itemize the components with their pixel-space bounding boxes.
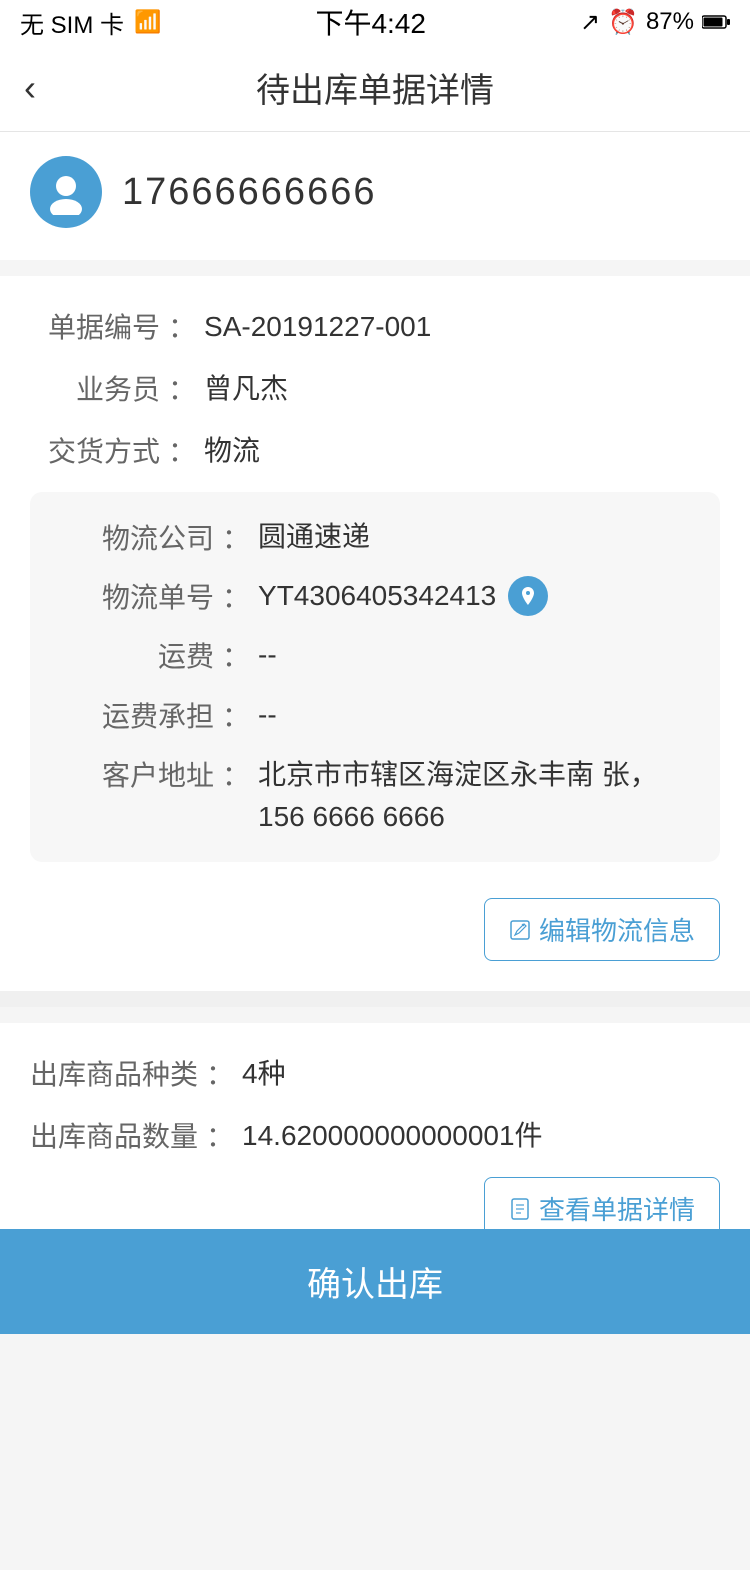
dashed-divider	[0, 252, 750, 260]
status-bar: 无 SIM 卡 📶 下午4:42 ↗ ⏰ 87%	[0, 0, 750, 44]
staff-row: 业务员 ： 曾凡杰	[30, 368, 720, 410]
staff-label: 业务员	[30, 368, 160, 408]
edit-btn-row: 编辑物流信息	[30, 882, 720, 961]
alarm-icon: ⏰	[608, 8, 638, 37]
location-status-icon: ↗	[580, 8, 600, 37]
delivery-row: 交货方式 ： 物流	[30, 430, 720, 472]
tracking-location-button[interactable]	[508, 576, 548, 616]
address-label: 客户地址	[54, 754, 214, 794]
order-number-row: 单据编号 ： SA-20191227-001	[30, 306, 720, 348]
user-avatar	[30, 156, 102, 228]
freight-bearer-row: 运费承担 ： --	[54, 694, 696, 736]
status-bar-left: 无 SIM 卡 📶	[20, 5, 161, 40]
document-icon	[509, 1198, 531, 1220]
view-detail-label: 查看单据详情	[539, 1190, 695, 1227]
freight-row: 运费 ： --	[54, 634, 696, 676]
delivery-value: 物流	[204, 430, 720, 472]
confirm-button-label: 确认出库	[307, 1257, 443, 1306]
person-icon	[43, 169, 89, 215]
goods-quantity-value: 14.620000000000001件	[242, 1115, 720, 1157]
address-value: 北京市市辖区海淀区永丰南 张，156 6666 6666	[258, 754, 696, 838]
freight-bearer-value: --	[258, 694, 696, 736]
logistics-company-row: 物流公司 ： 圆通速递	[54, 516, 696, 558]
goods-type-row: 出库商品种类 ： 4种	[30, 1053, 720, 1095]
battery-icon	[702, 8, 730, 36]
order-number-value: SA-20191227-001	[204, 306, 720, 348]
edit-logistics-label: 编辑物流信息	[539, 911, 695, 948]
tracking-label: 物流单号	[54, 576, 214, 616]
wifi-icon: 📶	[134, 9, 161, 35]
goods-quantity-row: 出库商品数量 ： 14.620000000000001件	[30, 1115, 720, 1157]
address-row: 客户地址 ： 北京市市辖区海淀区永丰南 张，156 6666 6666	[54, 754, 696, 838]
goods-type-value: 4种	[242, 1053, 720, 1095]
goods-type-label: 出库商品种类	[30, 1053, 198, 1093]
section-divider	[0, 991, 750, 1007]
user-header: 17666666666	[0, 132, 750, 252]
logistics-card: 物流公司 ： 圆通速递 物流单号 ： YT4306405342413 运费 ： …	[30, 492, 720, 862]
tracking-value: YT4306405342413	[258, 580, 496, 612]
carrier-label: 无 SIM 卡	[20, 5, 124, 40]
staff-value: 曾凡杰	[204, 368, 720, 410]
user-phone: 17666666666	[122, 171, 376, 214]
order-info-section: 单据编号 ： SA-20191227-001 业务员 ： 曾凡杰 交货方式 ： …	[0, 276, 750, 991]
order-number-label: 单据编号	[30, 306, 160, 346]
page-title: 待出库单据详情	[256, 63, 494, 112]
time-label: 下午4:42	[315, 2, 426, 42]
delivery-label: 交货方式	[30, 430, 160, 470]
confirm-button[interactable]: 确认出库	[0, 1229, 750, 1334]
edit-logistics-button[interactable]: 编辑物流信息	[484, 898, 720, 961]
freight-value: --	[258, 634, 696, 676]
status-bar-right: ↗ ⏰ 87%	[580, 8, 730, 37]
freight-label: 运费	[54, 635, 214, 675]
logistics-company-label: 物流公司	[54, 517, 214, 557]
logistics-company-value: 圆通速递	[258, 516, 696, 558]
goods-quantity-label: 出库商品数量	[30, 1115, 198, 1155]
freight-bearer-label: 运费承担	[54, 695, 214, 735]
nav-bar: ‹ 待出库单据详情	[0, 44, 750, 132]
tracking-row: 物流单号 ： YT4306405342413	[54, 576, 696, 616]
back-button[interactable]: ‹	[24, 67, 36, 109]
edit-icon	[509, 919, 531, 941]
battery-label: 87%	[646, 8, 694, 36]
